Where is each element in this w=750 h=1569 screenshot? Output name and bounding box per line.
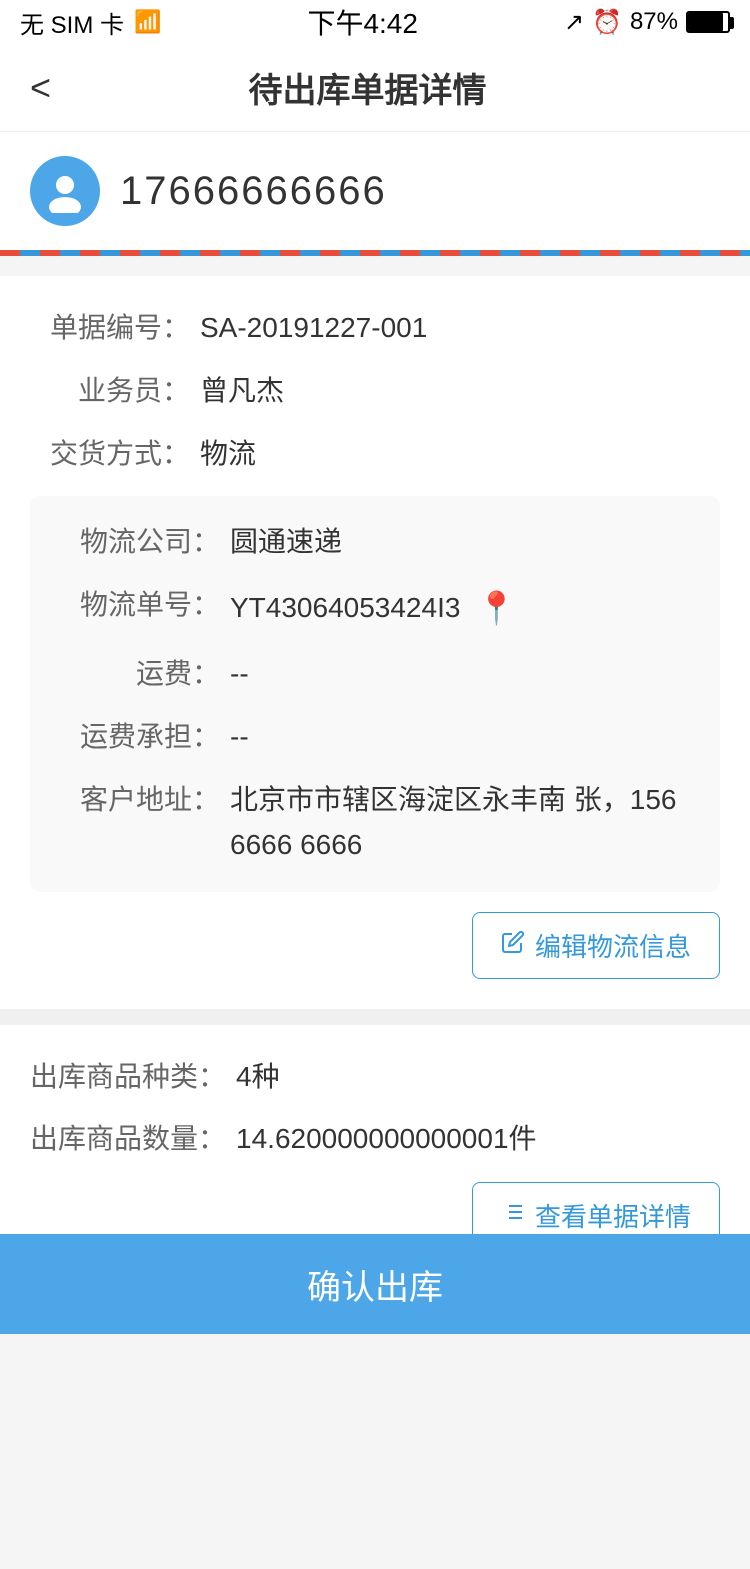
alarm-icon: ⏰ [592,8,622,37]
delivery-method-value: 物流 [200,432,720,477]
section-divider [0,1009,750,1025]
freight-row: 运费： -- [60,652,690,697]
address-label: 客户地址： [60,778,220,823]
logistics-info-card: 物流公司： 圆通速递 物流单号： YT43064053424I3 📍 运费： -… [30,496,720,891]
dashed-separator [0,250,750,256]
page-title: 待出库单据详情 [71,63,664,112]
address-row: 客户地址： 北京市市辖区海淀区永丰南 张，156 6666 6666 [60,778,690,868]
sales-person-label: 业务员： [30,369,190,414]
confirm-label: 确认出库 [307,1260,443,1309]
location-icon: ↗ [564,8,584,37]
stock-type-row: 出库商品种类： 4种 [30,1055,720,1100]
stock-quantity-label: 出库商品数量： [30,1117,226,1162]
avatar [30,156,100,226]
stock-type-value: 4种 [236,1055,720,1100]
status-right: ↗ ⏰ 87% [564,8,730,37]
battery-icon [686,11,730,33]
logistics-company-row: 物流公司： 圆通速递 [60,520,690,565]
tracking-number-row: 物流单号： YT43064053424I3 📍 [60,583,690,634]
edit-logistics-button[interactable]: 编辑物流信息 [472,912,720,979]
tracking-number-label: 物流单号： [60,583,220,628]
list-icon [501,1200,525,1231]
carrier-text: 无 SIM 卡 [20,5,124,40]
edit-icon [501,930,525,961]
freight-label: 运费： [60,652,220,697]
nav-bar: < 待出库单据详情 [0,44,750,132]
order-info-section: 单据编号： SA-20191227-001 业务员： 曾凡杰 交货方式： 物流 … [0,276,750,1009]
edit-logistics-label: 编辑物流信息 [535,927,691,964]
location-pin-icon[interactable]: 📍 [476,583,516,634]
status-left: 无 SIM 卡 📶 [20,5,161,40]
user-header: 17666666666 [0,132,750,250]
view-detail-label: 查看单据详情 [535,1197,691,1234]
tracking-number-value: YT43064053424I3 📍 [230,583,690,634]
phone-number: 17666666666 [120,169,387,214]
document-number-label: 单据编号： [30,306,190,351]
edit-logistics-container: 编辑物流信息 [30,912,720,979]
status-bar: 无 SIM 卡 📶 下午4:42 ↗ ⏰ 87% [0,0,750,44]
freight-bear-label: 运费承担： [60,715,220,760]
document-number-row: 单据编号： SA-20191227-001 [30,306,720,351]
logistics-company-label: 物流公司： [60,520,220,565]
sales-person-row: 业务员： 曾凡杰 [30,369,720,414]
document-number-value: SA-20191227-001 [200,306,720,351]
sales-person-value: 曾凡杰 [200,369,720,414]
stock-info-section: 出库商品种类： 4种 出库商品数量： 14.620000000000001件 [0,1025,750,1270]
delivery-method-row: 交货方式： 物流 [30,432,720,477]
back-button[interactable]: < [30,67,51,109]
delivery-method-label: 交货方式： [30,432,190,477]
stock-quantity-value: 14.620000000000001件 [236,1117,720,1162]
logistics-company-value: 圆通速递 [230,520,690,565]
wifi-icon: 📶 [134,9,161,35]
address-value: 北京市市辖区海淀区永丰南 张，156 6666 6666 [230,778,690,868]
battery-text: 87% [630,8,678,36]
confirm-bar[interactable]: 确认出库 [0,1234,750,1334]
freight-value: -- [230,652,690,697]
freight-bear-value: -- [230,715,690,760]
tracking-text: YT43064053424I3 [230,586,460,631]
stock-quantity-row: 出库商品数量： 14.620000000000001件 [30,1117,720,1162]
stock-type-label: 出库商品种类： [30,1055,226,1100]
time-display: 下午4:42 [307,2,418,42]
freight-bear-row: 运费承担： -- [60,715,690,760]
